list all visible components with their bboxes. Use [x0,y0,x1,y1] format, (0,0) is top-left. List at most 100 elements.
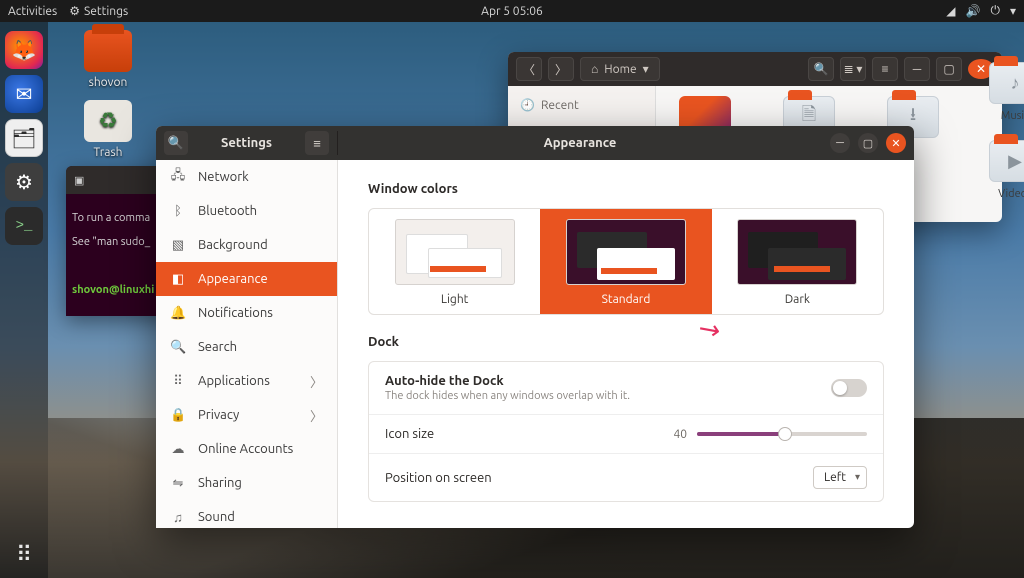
dock-files-icon[interactable]: 🗂 [5,119,43,157]
files-headerbar: 〈 〉 ⌂ Home ▾ 🔍 ≣ ▾ ≡ ─ ▢ ✕ [508,52,1002,86]
network-status-icon[interactable]: ◢ [946,4,955,18]
files-sidebar-recent[interactable]: 🕘 Recent [518,94,645,116]
files-minimize-button[interactable]: ─ [904,57,930,81]
settings-minimize-button[interactable]: ─ [830,133,850,153]
settings-sidebar: 🖧Network ᛒ Bluetooth ▧ Background ◧ Appeara… [156,160,338,528]
iconsize-row: Icon size 40 [369,415,883,454]
sidebar-item-privacy[interactable]: 🔒 Privacy 〉 [156,398,337,432]
desktop-home-folder[interactable]: shovon [76,30,140,89]
sidebar-item-label: Background [198,238,268,252]
theme-option-light[interactable]: Light [369,209,540,314]
bluetooth-icon: ᛒ [170,204,186,218]
sidebar-item-label: Notifications [198,306,273,320]
files-item-videos[interactable]: ▶Videos [980,140,1024,200]
position-select[interactable]: Left [813,466,867,489]
theme-label: Dark [785,293,810,306]
settings-close-button[interactable]: ✕ [886,133,906,153]
settings-page-title: Appearance [338,136,822,150]
files-maximize-button[interactable]: ▢ [936,57,962,81]
autohide-subtitle: The dock hides when any windows overlap … [385,390,630,402]
sidebar-item-label: Online Accounts [198,442,293,456]
settings-search-button[interactable]: 🔍 [164,131,188,155]
path-box[interactable]: ⌂ Home ▾ [580,57,660,81]
files-item-music[interactable]: ♪Music [980,62,1024,122]
sidebar-item-network[interactable]: 🖧Network [156,160,337,194]
dock-settings-card: Auto-hide the Dock The dock hides when a… [368,361,884,502]
theme-option-standard[interactable]: Standard [540,209,711,314]
recent-icon: 🕘 [520,98,535,112]
dock-settings-icon[interactable]: ⚙ [5,163,43,201]
autohide-switch[interactable] [831,379,867,397]
nav-forward-button[interactable]: 〉 [548,57,574,81]
topbar-app-indicator[interactable]: Settings [69,4,128,18]
activities-button[interactable]: Activities [8,5,57,18]
dock-firefox-icon[interactable]: 🦊 [5,31,43,69]
window-colors-heading: Window colors [368,182,884,196]
settings-panel: Window colors Light Standard Dark Dock [338,160,914,528]
system-menu-chevron-icon[interactable]: ▾ [1010,4,1016,18]
sidebar-item-notifications[interactable]: 🔔 Notifications [156,296,337,330]
lock-icon: 🔒 [170,408,186,423]
iconsize-slider[interactable] [697,432,867,436]
sidebar-item-appearance[interactable]: ◧ Appearance [156,262,337,296]
path-chevron-icon: ▾ [643,62,649,76]
sidebar-item-label: Sharing [198,476,242,490]
sidebar-item-label: Appearance [198,272,268,286]
sidebar-item-bluetooth[interactable]: ᛒ Bluetooth [156,194,337,228]
position-label: Position on screen [385,471,492,485]
theme-option-dark[interactable]: Dark [712,209,883,314]
apps-icon: ⠿ [170,374,186,389]
settings-titlebar: 🔍 Settings ≡ Appearance ─ ▢ ✕ [156,126,914,160]
autohide-row: Auto-hide the Dock The dock hides when a… [369,362,883,415]
iconsize-value: 40 [673,428,687,441]
iconsize-label: Icon size [385,427,434,441]
sidebar-item-sound[interactable]: ♫ Sound [156,500,337,528]
terminal-prompt: shovon@linuxhi [72,284,154,296]
sidebar-item-label: Privacy [198,408,239,422]
files-sidebar-label: Recent [541,99,579,112]
dock-thunderbird-icon[interactable]: ✉ [5,75,43,113]
power-icon[interactable]: ⏻ [990,4,1000,18]
theme-label: Light [441,293,469,306]
theme-label: Standard [602,293,651,306]
volume-icon[interactable]: 🔊 [966,4,981,18]
files-menu-button[interactable]: ≡ [872,57,898,81]
sidebar-item-online-accounts[interactable]: ☁ Online Accounts [156,432,337,466]
sound-icon: ♫ [170,510,186,525]
sidebar-item-applications[interactable]: ⠿Applications〉 [156,364,337,398]
desktop-trash-label: Trash [76,146,140,159]
show-applications-icon[interactable]: ⠿ [16,542,32,568]
theme-selector: Light Standard Dark [368,208,884,315]
sidebar-item-label: Bluetooth [198,204,257,218]
path-label: Home [604,63,636,76]
background-icon: ▧ [170,238,186,253]
desktop-home-label: shovon [76,76,140,89]
sidebar-item-sharing[interactable]: ⇋ Sharing [156,466,337,500]
desktop-trash[interactable]: ♻ Trash [76,100,140,159]
sidebar-item-background[interactable]: ▧ Background [156,228,337,262]
sidebar-item-search[interactable]: 🔍Search [156,330,337,364]
clock[interactable]: Apr 5 05:06 [481,5,543,18]
share-icon: ⇋ [170,476,186,491]
chevron-right-icon: 〉 [310,406,323,425]
settings-sidebar-title: Settings [221,136,272,150]
dock: 🦊 ✉ 🗂 ⚙ >_ ⠿ [0,22,48,578]
search-icon: 🔍 [170,340,186,355]
settings-window: 🔍 Settings ≡ Appearance ─ ▢ ✕ 🖧Network ᛒ… [156,126,914,528]
bell-icon: 🔔 [170,306,186,321]
nav-back-button[interactable]: 〈 [516,57,542,81]
appearance-icon: ◧ [170,272,186,287]
sidebar-item-label: Applications [198,374,270,388]
settings-maximize-button[interactable]: ▢ [858,133,878,153]
files-search-button[interactable]: 🔍 [808,57,834,81]
position-value: Left [824,471,846,484]
cloud-icon: ☁ [170,442,186,457]
top-bar: Activities Settings Apr 5 05:06 ◢ 🔊 ⏻ ▾ [0,0,1024,22]
files-view-list-button[interactable]: ≣ ▾ [840,57,866,81]
settings-hamburger-button[interactable]: ≡ [305,131,329,155]
sidebar-item-label: Sound [198,510,235,524]
autohide-title: Auto-hide the Dock [385,374,630,388]
dock-terminal-icon[interactable]: >_ [5,207,43,245]
files-label: Music [980,110,1024,122]
dock-heading: Dock [368,335,884,349]
